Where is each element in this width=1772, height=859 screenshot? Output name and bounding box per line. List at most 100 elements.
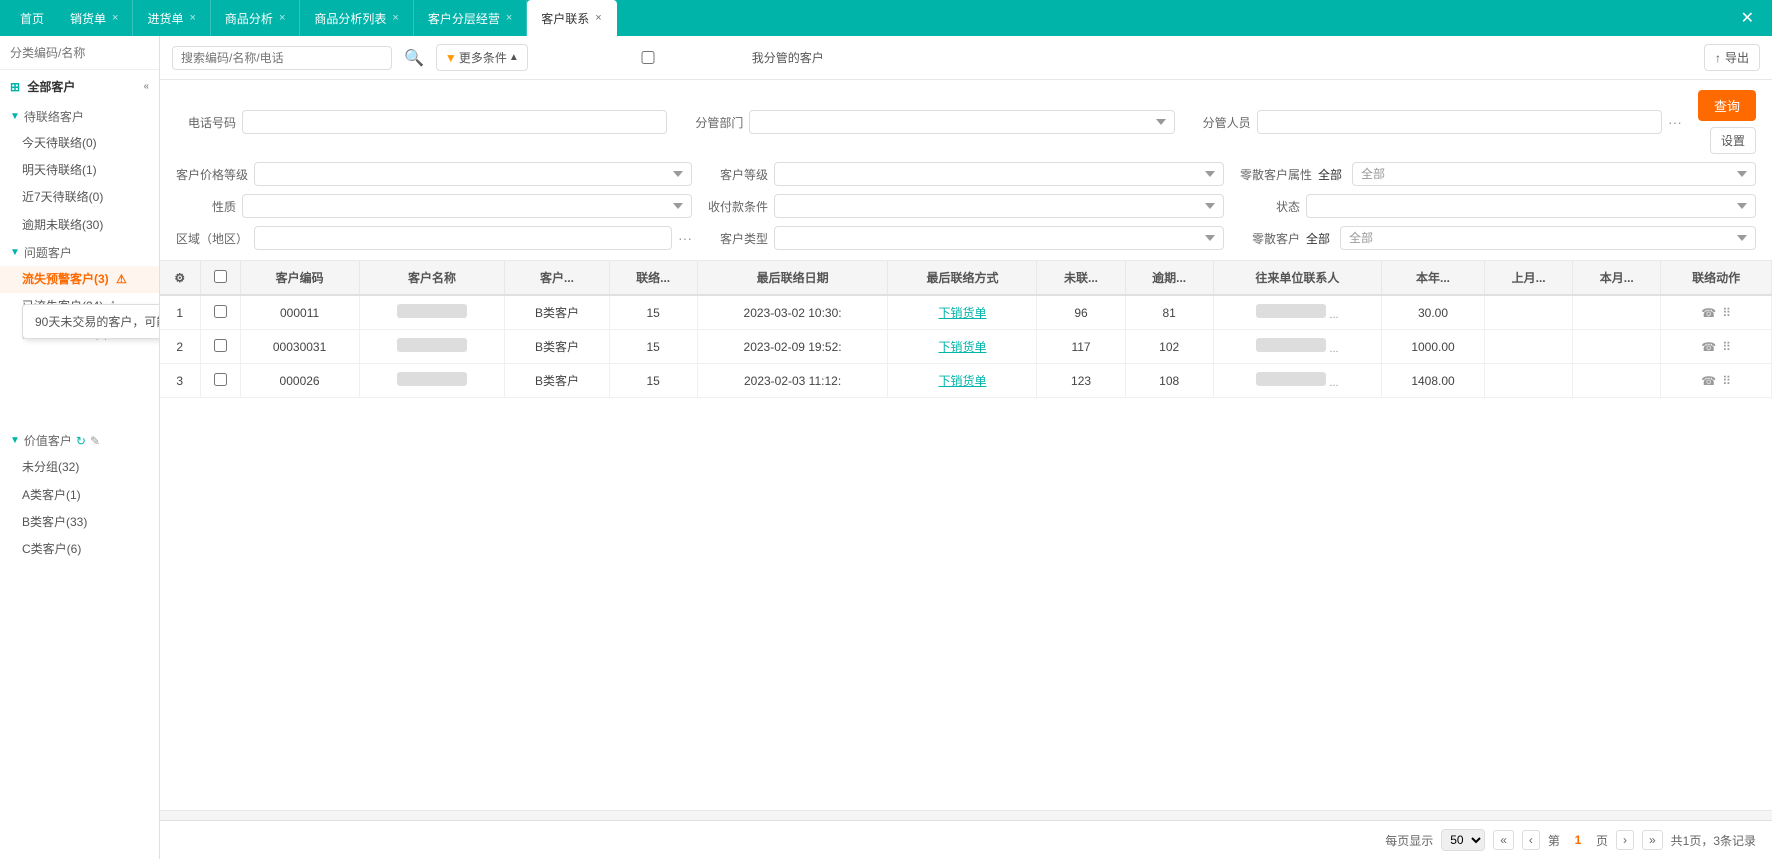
customer-type-label: 客户类型 [708, 230, 768, 247]
more-action-icon[interactable]: ⠿ [1722, 340, 1731, 354]
more-action-icon[interactable]: ⠿ [1722, 374, 1731, 388]
edit-icon[interactable]: ✎ [90, 434, 100, 448]
price-grade-select[interactable] [254, 162, 692, 186]
close-icon[interactable]: × [392, 12, 398, 24]
row-checkbox[interactable] [214, 305, 227, 318]
sidebar-item-c-class[interactable]: C类客户(6) [0, 536, 159, 563]
sidebar-item-ungroup[interactable]: 未分组(32) [0, 454, 159, 481]
last-page-button[interactable]: » [1642, 830, 1663, 850]
my-customers-checkbox[interactable]: 我分管的客户 [548, 49, 824, 66]
my-customers-check[interactable] [548, 51, 748, 64]
status-select[interactable] [1306, 194, 1756, 218]
close-icon[interactable]: × [595, 12, 601, 24]
manager-dots[interactable]: ··· [1668, 114, 1682, 130]
retail-customer-field: 零散客户 全部 全部 [1240, 226, 1756, 250]
cell-last-date: 2023-02-03 11:12: [697, 364, 888, 398]
nature-label: 性质 [176, 198, 236, 215]
sidebar-item-tomorrow[interactable]: 明天待联络(1) [0, 157, 159, 184]
tab-home[interactable]: 首页 [8, 0, 56, 36]
tab-sales[interactable]: 销货单 × [56, 0, 133, 36]
phone-input[interactable] [242, 110, 667, 134]
more-action-icon[interactable]: ⠿ [1722, 306, 1731, 320]
sidebar-item-churn-warning[interactable]: 流失预警客户(3) ⚠ [0, 266, 159, 293]
nature-select[interactable] [242, 194, 692, 218]
contact-icon[interactable]: ☎ [1701, 374, 1716, 388]
refresh-icon[interactable]: ↻ [76, 434, 86, 448]
customer-grade-field: 客户等级 [708, 162, 1224, 186]
search-input[interactable] [172, 46, 392, 70]
contact-icon[interactable]: ☎ [1701, 306, 1716, 320]
cell-action[interactable]: ☎ ⠿ [1661, 364, 1772, 398]
select-all-checkbox[interactable] [214, 270, 227, 283]
close-icon[interactable]: × [279, 12, 285, 24]
query-button[interactable]: 查询 [1698, 90, 1756, 121]
tab-analysis-list[interactable]: 商品分析列表 × [300, 0, 413, 36]
horizontal-scrollbar[interactable] [160, 810, 1772, 820]
sidebar-section-value[interactable]: ▼ 价值客户 ↻ ✎ [0, 427, 159, 454]
sidebar-search-bar[interactable]: 🔍 [0, 36, 159, 70]
sidebar-item-a-class[interactable]: A类客户(1) [0, 482, 159, 509]
cell-checkbox[interactable] [200, 295, 240, 330]
region-dots[interactable]: ··· [678, 230, 692, 246]
collapse-icon[interactable]: « [143, 81, 149, 92]
col-settings[interactable]: ⚙ [160, 261, 200, 295]
col-overdue: 逾期... [1125, 261, 1213, 295]
sidebar-section-problem[interactable]: ▼ 问题客户 [0, 239, 159, 266]
cell-checkbox[interactable] [200, 364, 240, 398]
sidebar-item-b-class[interactable]: B类客户(33) [0, 509, 159, 536]
close-icon[interactable]: × [506, 12, 512, 24]
tab-customer-layer[interactable]: 客户分层经营 × [414, 0, 527, 36]
sidebar-search-input[interactable] [10, 46, 160, 60]
cell-last-month [1485, 364, 1573, 398]
sidebar-item-overdue-contact[interactable]: 逾期未联络(30) [0, 212, 159, 239]
cell-last-method[interactable]: 下销货单 [888, 295, 1037, 330]
region-input[interactable] [254, 226, 672, 250]
customer-grade-select[interactable] [774, 162, 1224, 186]
arrow-icon: ▼ [10, 435, 20, 446]
next-page-button[interactable]: › [1616, 830, 1634, 850]
customer-type-field: 客户类型 [708, 226, 1224, 250]
contact-icon[interactable]: ☎ [1701, 340, 1716, 354]
prev-page-button[interactable]: ‹ [1522, 830, 1540, 850]
settings-button[interactable]: 设置 [1710, 127, 1756, 154]
manager-input[interactable] [1257, 110, 1662, 134]
col-this-month: 本月... [1573, 261, 1661, 295]
retail-customer-select[interactable]: 全部 [1340, 226, 1756, 250]
per-page-select[interactable]: 50 [1441, 829, 1485, 851]
close-all-button[interactable]: ✕ [1731, 8, 1764, 28]
pagination: 每页显示 50 « ‹ 第 1 页 › » 共1页，3条记录 [160, 820, 1772, 859]
cell-checkbox[interactable] [200, 330, 240, 364]
cell-contact: 15 [609, 364, 697, 398]
tab-analysis[interactable]: 商品分析 × [211, 0, 300, 36]
cell-action[interactable]: ☎ ⠿ [1661, 295, 1772, 330]
row-checkbox[interactable] [214, 373, 227, 386]
cell-action[interactable]: ☎ ⠿ [1661, 330, 1772, 364]
dept-select[interactable] [749, 110, 1174, 134]
status-field: 状态 [1240, 194, 1756, 218]
col-checkbox[interactable] [200, 261, 240, 295]
sidebar-item-7days[interactable]: 近7天待联络(0) [0, 184, 159, 211]
search-button[interactable]: 🔍 [404, 48, 424, 68]
cell-last-method[interactable]: 下销货单 [888, 330, 1037, 364]
sidebar-section-pending[interactable]: ▼ 待联络客户 [0, 103, 159, 130]
sidebar-item-today[interactable]: 今天待联络(0) [0, 130, 159, 157]
item-label: 逾期未联络(30) [22, 218, 103, 232]
retail-attr-value: 全部 [1318, 166, 1342, 183]
first-page-button[interactable]: « [1493, 830, 1514, 850]
payment-select[interactable] [774, 194, 1224, 218]
close-icon[interactable]: × [112, 12, 118, 24]
cell-contact-person: ... [1213, 295, 1381, 330]
tab-customer-contact[interactable]: 客户联系 × [527, 0, 616, 36]
cell-unlink: 123 [1037, 364, 1125, 398]
cell-last-method[interactable]: 下销货单 [888, 364, 1037, 398]
row-checkbox[interactable] [214, 339, 227, 352]
tab-customer-contact-label: 客户联系 [541, 10, 589, 27]
tab-purchase[interactable]: 进货单 × [133, 0, 210, 36]
retail-attr-select[interactable]: 全部 [1352, 162, 1756, 186]
customer-type-select[interactable] [774, 226, 1224, 250]
close-icon[interactable]: × [189, 12, 195, 24]
sidebar-all-customers[interactable]: ⊞ 全部客户 « [0, 70, 159, 103]
more-conditions-button[interactable]: ▼ 更多条件 ▲ [436, 44, 528, 71]
all-customers-label: 全部客户 [27, 80, 75, 94]
export-button[interactable]: ↑ 导出 [1704, 44, 1760, 71]
